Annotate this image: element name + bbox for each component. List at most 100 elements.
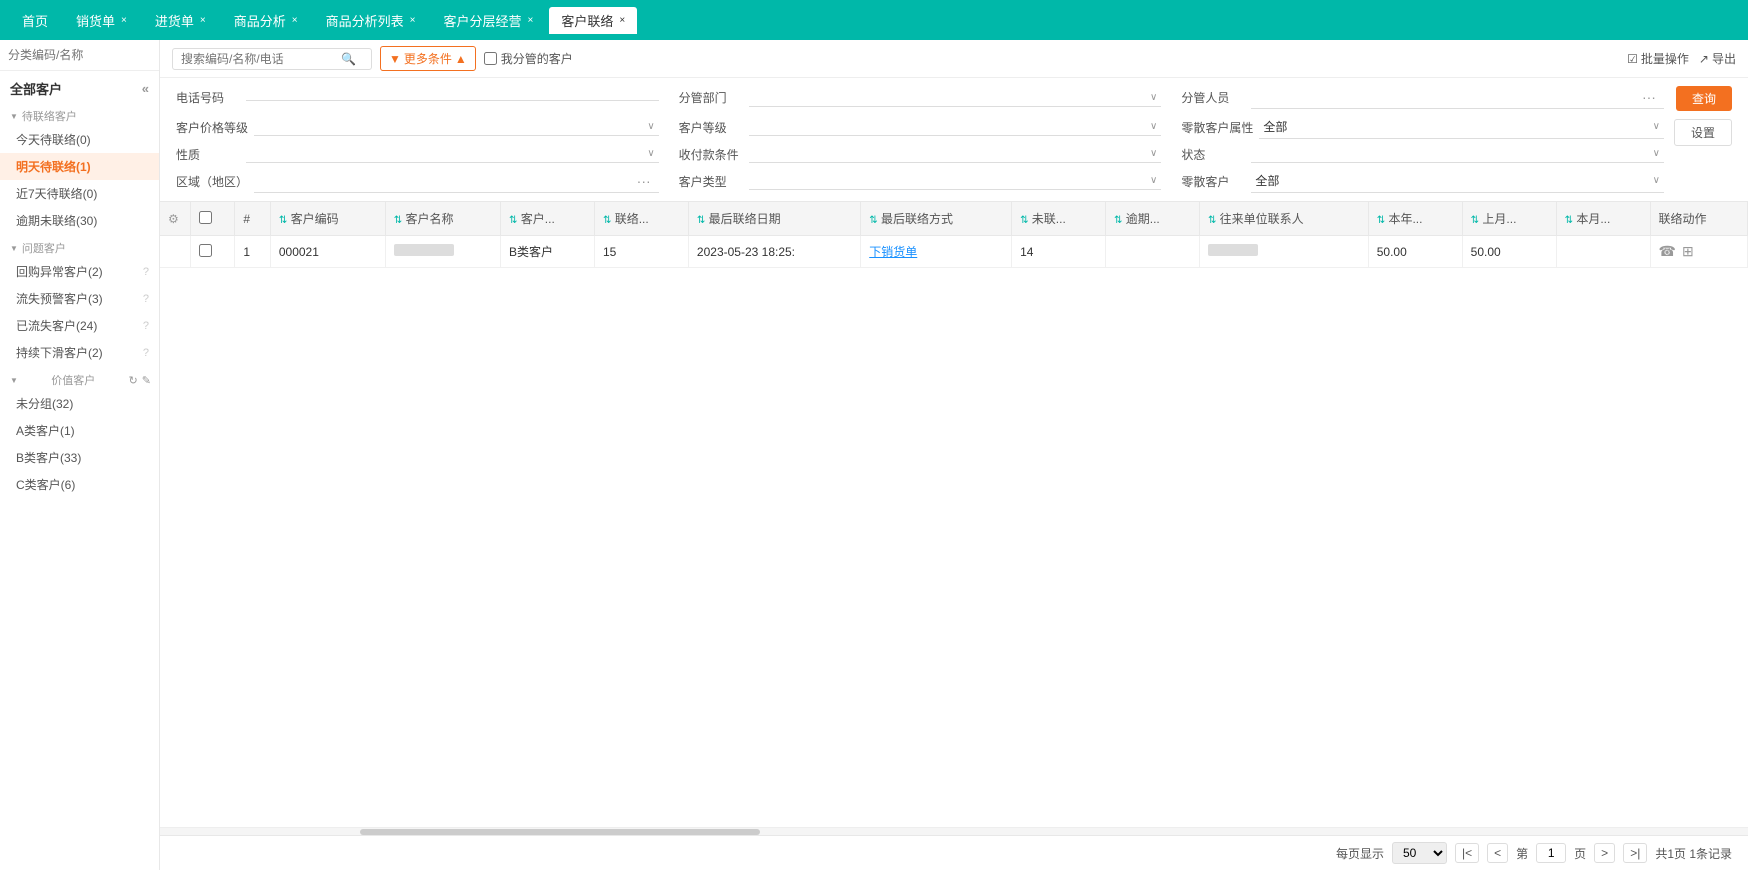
col-last-contact-method[interactable]: ⇅ 最后联络方式 [861, 202, 1012, 236]
sidebar-item-today-pending[interactable]: 今天待联络(0) [0, 126, 159, 153]
sidebar-item-abnormal-repurchase[interactable]: 回购异常客户(2) ? [0, 258, 159, 285]
filter-retail-customer-select[interactable]: 全部 ∨ [1251, 169, 1664, 193]
col-no-contact[interactable]: ⇅ 未联... [1012, 202, 1106, 236]
export-btn[interactable]: ↗ 导出 [1699, 50, 1736, 67]
sidebar-item-type-a[interactable]: A类客户(1) [0, 417, 159, 444]
col-overdue[interactable]: ⇅ 逾期... [1106, 202, 1200, 236]
query-button[interactable]: 查询 [1676, 86, 1732, 111]
sidebar-item-7days-pending[interactable]: 近7天待联络(0) [0, 180, 159, 207]
close-icon[interactable]: × [527, 15, 533, 26]
filter-manager: 分管人员 ··· [1181, 86, 1664, 109]
collapse-icon[interactable]: « [142, 81, 149, 96]
row-check[interactable] [190, 236, 235, 268]
sidebar-search-input[interactable] [8, 48, 160, 62]
search-box: 🔍 [172, 48, 372, 70]
sidebar-item-churn-warning[interactable]: 流失预警客户(3) ? [0, 285, 159, 312]
filter-region-input[interactable]: ··· [254, 170, 659, 193]
sort-icon: ⇅ [697, 215, 705, 226]
next-page-btn[interactable]: > [1594, 843, 1615, 863]
sidebar-item-declining[interactable]: 持续下滑客户(2) ? [0, 339, 159, 366]
sidebar-item-tomorrow-pending[interactable]: 明天待联络(1) [0, 153, 159, 180]
col-type[interactable]: ⇅ 客户... [501, 202, 595, 236]
refresh-icon[interactable]: ↻ [129, 374, 138, 387]
help-icon[interactable]: ? [143, 320, 149, 332]
col-code[interactable]: ⇅ 客户编码 [270, 202, 385, 236]
col-this-year[interactable]: ⇅ 本年... [1368, 202, 1462, 236]
filter-price-level-select[interactable]: ∨ [254, 118, 659, 136]
filter-manager-label: 分管人员 [1181, 89, 1251, 106]
sidebar-item-overdue-contact[interactable]: 逾期未联络(30) [0, 207, 159, 234]
col-name[interactable]: ⇅ 客户名称 [385, 202, 500, 236]
last-page-btn[interactable]: >| [1623, 843, 1647, 863]
filter-dept-select[interactable]: ∨ [749, 89, 1162, 107]
nav-sales-order[interactable]: 销货单 × [64, 7, 139, 34]
filter-nature-select[interactable]: ∨ [246, 145, 659, 163]
filter-nature: 性质 ∨ [176, 145, 659, 163]
col-check[interactable] [190, 202, 235, 236]
filter-more-btn[interactable]: ▼ 更多条件 ▲ [380, 46, 476, 71]
chevron-down-icon: ∨ [1150, 175, 1157, 186]
nav-product-analysis[interactable]: 商品分析 × [222, 7, 310, 34]
filter-customer-level-select[interactable]: ∨ [749, 118, 1162, 136]
filter-status-label: 状态 [1181, 146, 1251, 163]
close-icon[interactable]: × [619, 15, 625, 26]
filter-manager-input[interactable]: ··· [1251, 86, 1664, 109]
page-suffix: 页 [1574, 845, 1586, 862]
batch-ops-btn[interactable]: ☑ 批量操作 [1627, 50, 1689, 67]
help-icon[interactable]: ? [143, 347, 149, 359]
dots-icon[interactable]: ··· [1638, 89, 1660, 105]
close-icon[interactable]: × [410, 15, 416, 26]
filter-phone-label: 电话号码 [176, 89, 246, 106]
filter-icon: ▼ [389, 52, 401, 66]
row-checkbox[interactable] [199, 244, 212, 257]
dots-icon[interactable]: ··· [633, 173, 655, 189]
nav-product-analysis-list[interactable]: 商品分析列表 × [314, 7, 428, 34]
page-input[interactable] [1536, 843, 1566, 863]
per-page-select[interactable]: 50 100 200 [1392, 842, 1447, 864]
settings-button[interactable]: 设置 [1674, 119, 1732, 146]
gear-icon[interactable]: ⚙ [168, 212, 179, 226]
my-customers-checkbox[interactable] [484, 52, 497, 65]
search-icon[interactable]: 🔍 [341, 52, 356, 66]
edit-icon[interactable]: ✎ [142, 374, 151, 387]
horizontal-scrollbar[interactable] [160, 827, 1748, 835]
scrollbar-thumb[interactable] [360, 829, 760, 835]
col-unit-contacts[interactable]: ⇅ 往来单位联系人 [1199, 202, 1368, 236]
all-customers-header[interactable]: 全部客户 « [0, 71, 159, 102]
row-overdue [1106, 236, 1200, 268]
search-input[interactable] [181, 52, 341, 66]
row-contacts: 15 [594, 236, 688, 268]
row-last-contact-method[interactable]: 下销货单 [861, 236, 1012, 268]
filter-status-select[interactable]: ∨ [1251, 145, 1664, 163]
nav-customer-segmentation[interactable]: 客户分层经营 × [431, 7, 545, 34]
nav-home[interactable]: 首页 [10, 7, 60, 34]
col-last-month[interactable]: ⇅ 上月... [1462, 202, 1556, 236]
filter-retail-attr-select[interactable]: 全部 ∨ [1259, 115, 1664, 139]
first-page-btn[interactable]: |< [1455, 843, 1479, 863]
sidebar-item-type-c[interactable]: C类客户(6) [0, 471, 159, 498]
filter-payment-terms-select[interactable]: ∨ [749, 145, 1162, 163]
contact-action-icon[interactable]: ☎ [1659, 243, 1676, 260]
sidebar-item-type-b[interactable]: B类客户(33) [0, 444, 159, 471]
col-this-month[interactable]: ⇅ 本月... [1556, 202, 1650, 236]
contact-method-link[interactable]: 下销货单 [869, 245, 917, 259]
col-gear[interactable]: ⚙ [160, 202, 190, 236]
grid-action-icon[interactable]: ⊞ [1682, 243, 1694, 260]
select-all-checkbox[interactable] [199, 211, 212, 224]
close-icon[interactable]: × [292, 15, 298, 26]
col-last-contact-date[interactable]: ⇅ 最后联络日期 [688, 202, 860, 236]
my-customers-checkbox-label[interactable]: 我分管的客户 [484, 50, 573, 67]
filter-status: 状态 ∨ [1181, 145, 1664, 163]
close-icon[interactable]: × [200, 15, 206, 26]
help-icon[interactable]: ? [143, 293, 149, 305]
prev-page-btn[interactable]: < [1487, 843, 1508, 863]
help-icon[interactable]: ? [143, 266, 149, 278]
sidebar-item-churned[interactable]: 已流失客户(24) ? [0, 312, 159, 339]
filter-customer-type-select[interactable]: ∨ [749, 172, 1162, 190]
nav-purchase-order[interactable]: 进货单 × [143, 7, 218, 34]
col-contacts[interactable]: ⇅ 联络... [594, 202, 688, 236]
nav-customer-contact[interactable]: 客户联络 × [549, 7, 637, 34]
close-icon[interactable]: × [121, 15, 127, 26]
filter-phone-input[interactable] [246, 94, 659, 101]
sidebar-item-ungrouped[interactable]: 未分组(32) [0, 390, 159, 417]
